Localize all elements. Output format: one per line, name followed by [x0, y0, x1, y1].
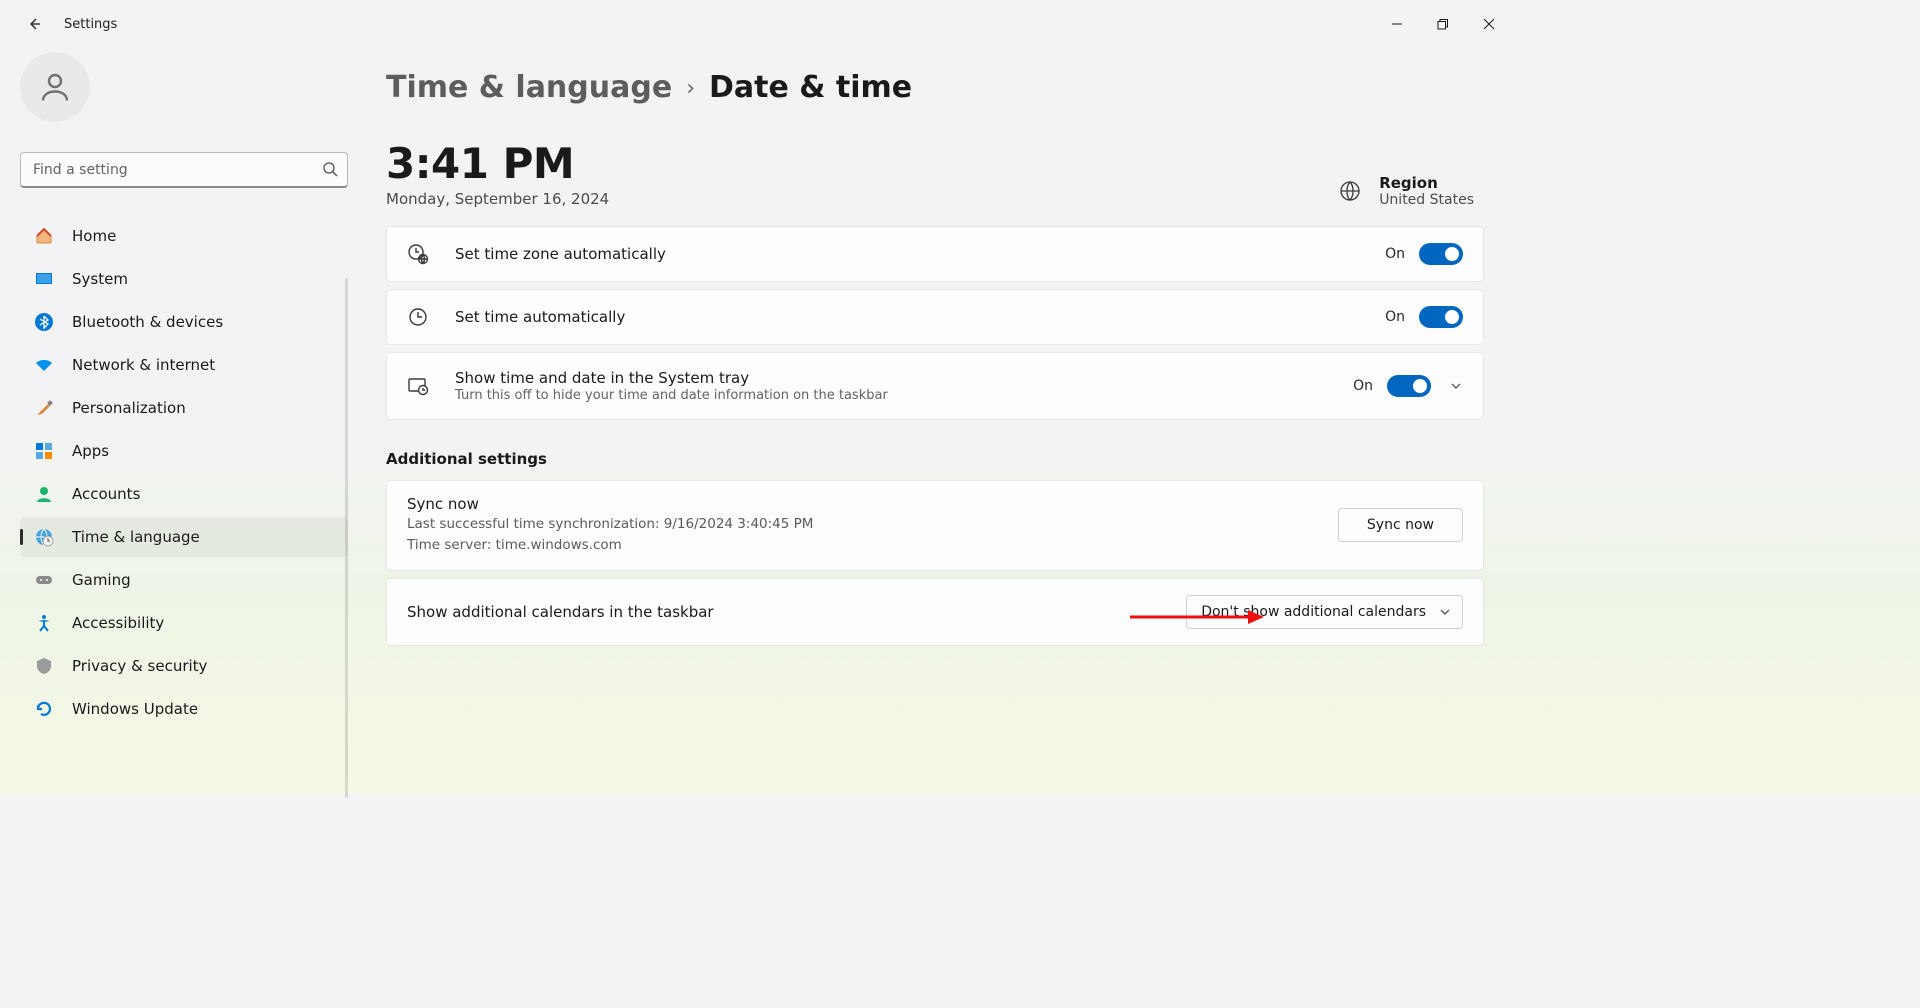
setting-title: Show additional calendars in the taskbar: [407, 603, 1186, 621]
setting-title: Show time and date in the System tray: [455, 369, 1353, 387]
setting-sync-now: Sync now Last successful time synchroniz…: [386, 480, 1484, 571]
avatar[interactable]: [20, 52, 90, 122]
current-time-block: 3:41 PM Monday, September 16, 2024: [386, 139, 609, 208]
setting-systray: Show time and date in the System tray Tu…: [386, 352, 1484, 420]
maximize-icon: [1437, 18, 1449, 30]
system-icon: [34, 269, 54, 289]
nav-home[interactable]: Home: [20, 216, 348, 256]
person-icon: [37, 69, 73, 105]
additional-calendars-select[interactable]: Don't show additional calendars: [1186, 595, 1463, 629]
main-content: Time & language › Date & time 3:41 PM Mo…: [352, 48, 1512, 793]
nav-gaming[interactable]: Gaming: [20, 560, 348, 600]
region-block: Region United States: [1339, 174, 1484, 208]
nav-label: Bluetooth & devices: [72, 313, 223, 331]
back-button[interactable]: [18, 8, 50, 40]
nav-label: Home: [72, 227, 116, 245]
nav-personalization[interactable]: Personalization: [20, 388, 348, 428]
sync-title: Sync now: [407, 495, 1338, 513]
setting-time-auto: Set time automatically On: [386, 289, 1484, 345]
minimize-button[interactable]: [1374, 8, 1420, 40]
sync-server: Time server: time.windows.com: [407, 535, 1338, 555]
arrow-left-icon: [26, 16, 42, 32]
search-icon: [322, 161, 338, 177]
nav-network[interactable]: Network & internet: [20, 345, 348, 385]
nav-privacy[interactable]: Privacy & security: [20, 646, 348, 686]
close-icon: [1483, 18, 1495, 30]
search-box[interactable]: [20, 152, 348, 188]
nav-label: Time & language: [72, 528, 200, 546]
setting-subtitle: Turn this off to hide your time and date…: [455, 388, 1353, 403]
chevron-right-icon: ›: [686, 76, 695, 101]
breadcrumb: Time & language › Date & time: [386, 70, 1484, 105]
current-time: 3:41 PM: [386, 139, 609, 188]
timezone-auto-toggle[interactable]: [1419, 243, 1463, 265]
chevron-down-icon: [1438, 605, 1452, 619]
region-value: United States: [1379, 192, 1474, 208]
maximize-button[interactable]: [1420, 8, 1466, 40]
breadcrumb-current: Date & time: [709, 70, 912, 105]
select-value: Don't show additional calendars: [1201, 604, 1426, 620]
nav-label: Privacy & security: [72, 657, 207, 675]
nav-apps[interactable]: Apps: [20, 431, 348, 471]
nav-label: Windows Update: [72, 700, 198, 718]
sidebar-nav: Home System Bluetooth & devices Network …: [20, 216, 352, 729]
sidebar-scrollbar[interactable]: [345, 278, 348, 798]
nav-label: Network & internet: [72, 356, 215, 374]
apps-icon: [34, 441, 54, 461]
sync-now-button[interactable]: Sync now: [1338, 508, 1463, 542]
chevron-down-icon[interactable]: [1449, 379, 1463, 393]
nav-label: Personalization: [72, 399, 186, 417]
brush-icon: [34, 398, 54, 418]
setting-title: Set time zone automatically: [455, 245, 1385, 263]
globe-icon: [1339, 180, 1361, 202]
clock-icon: [407, 307, 429, 327]
taskbar-clock-icon: [407, 375, 429, 397]
setting-title: Set time automatically: [455, 308, 1385, 326]
timezone-icon: [407, 243, 429, 265]
setting-additional-calendars: Show additional calendars in the taskbar…: [386, 578, 1484, 646]
close-button[interactable]: [1466, 8, 1512, 40]
window-controls: [1374, 8, 1512, 40]
nav-accessibility[interactable]: Accessibility: [20, 603, 348, 643]
accounts-icon: [34, 484, 54, 504]
systray-toggle[interactable]: [1387, 375, 1431, 397]
gaming-icon: [34, 570, 54, 590]
nav-system[interactable]: System: [20, 259, 348, 299]
nav-windows-update[interactable]: Windows Update: [20, 689, 348, 729]
setting-timezone-auto: Set time zone automatically On: [386, 226, 1484, 282]
window-title: Settings: [64, 17, 117, 32]
nav-label: Accounts: [72, 485, 140, 503]
toggle-state: On: [1385, 309, 1405, 325]
region-label: Region: [1379, 174, 1474, 192]
update-icon: [34, 699, 54, 719]
sidebar: Home System Bluetooth & devices Network …: [0, 48, 352, 793]
nav-label: Gaming: [72, 571, 131, 589]
sync-last: Last successful time synchronization: 9/…: [407, 514, 1338, 534]
nav-label: Accessibility: [72, 614, 164, 632]
nav-label: Apps: [72, 442, 109, 460]
globe-clock-icon: [34, 527, 54, 547]
additional-settings-heading: Additional settings: [386, 450, 1484, 468]
titlebar: Settings: [0, 0, 1512, 48]
nav-accounts[interactable]: Accounts: [20, 474, 348, 514]
toggle-state: On: [1353, 378, 1373, 394]
shield-icon: [34, 656, 54, 676]
minimize-icon: [1391, 18, 1403, 30]
breadcrumb-parent[interactable]: Time & language: [386, 70, 672, 105]
bluetooth-icon: [34, 312, 54, 332]
home-icon: [34, 226, 54, 246]
toggle-state: On: [1385, 246, 1405, 262]
accessibility-icon: [34, 613, 54, 633]
button-label: Sync now: [1367, 517, 1434, 533]
time-auto-toggle[interactable]: [1419, 306, 1463, 328]
wifi-icon: [34, 355, 54, 375]
search-input[interactable]: [20, 152, 348, 188]
nav-bluetooth[interactable]: Bluetooth & devices: [20, 302, 348, 342]
nav-time-language[interactable]: Time & language: [20, 517, 348, 557]
nav-label: System: [72, 270, 128, 288]
current-date: Monday, September 16, 2024: [386, 190, 609, 208]
